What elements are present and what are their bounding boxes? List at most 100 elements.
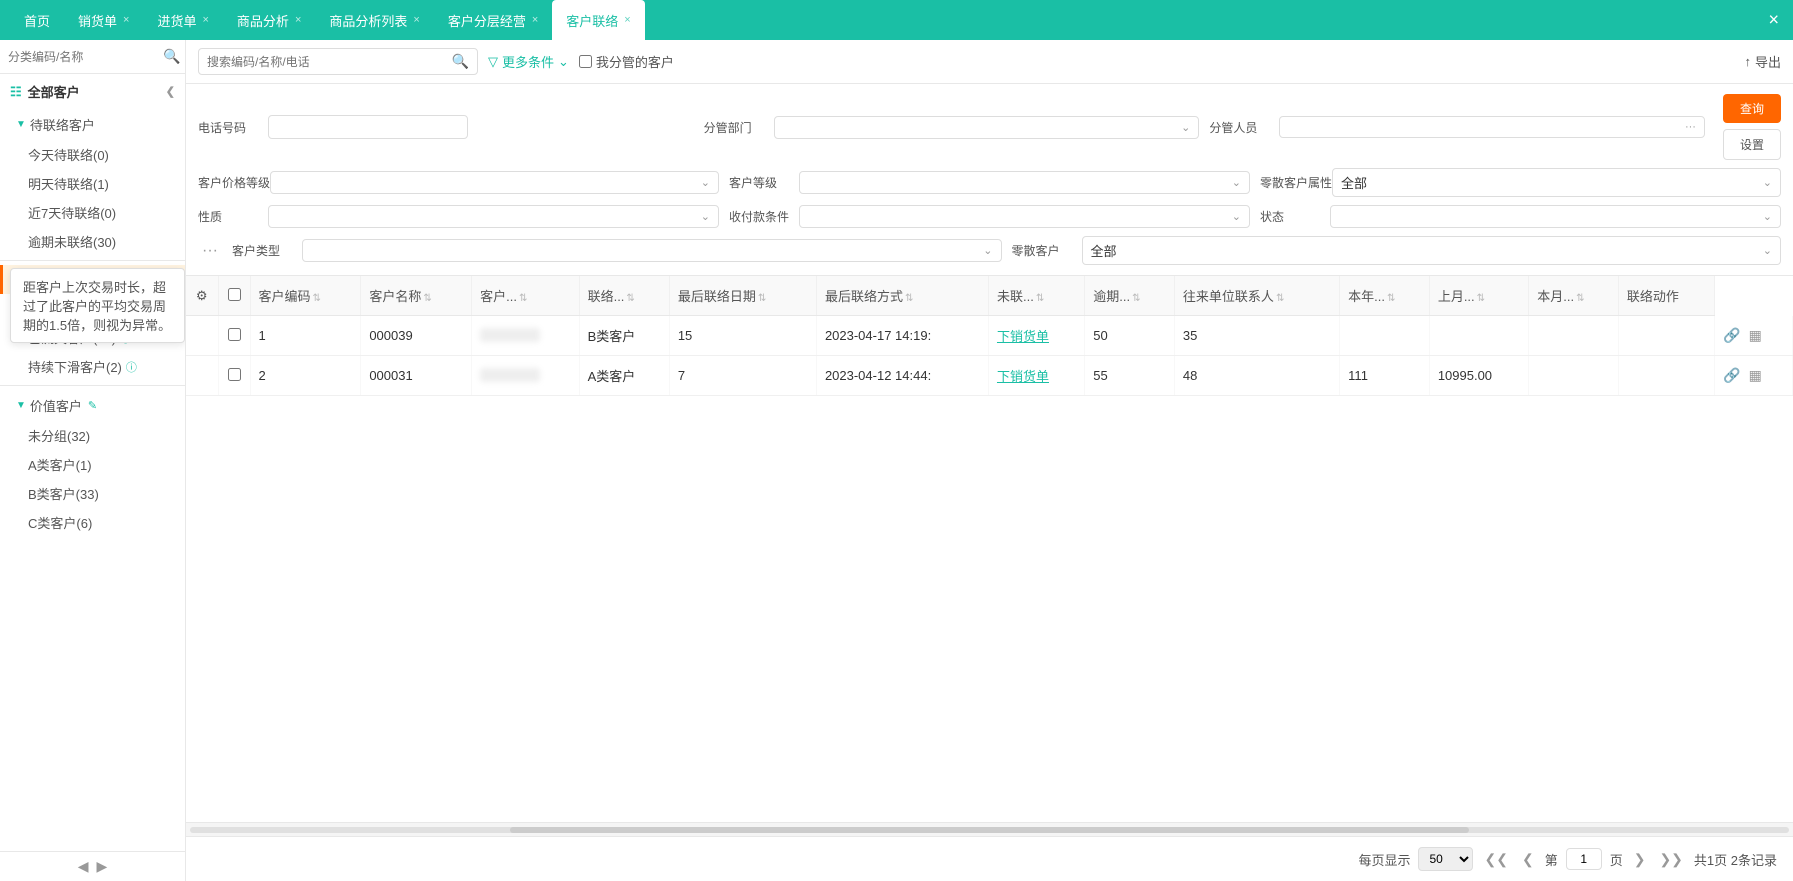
sort-icon-overdue[interactable]: ⇅ bbox=[1132, 293, 1140, 304]
nav-purchase-order-close[interactable]: × bbox=[202, 14, 208, 26]
dept-select[interactable]: ⌄ bbox=[774, 116, 1200, 139]
col-related-person: 往来单位联系人⇅ bbox=[1174, 276, 1339, 316]
total-records: 共1页 2条记录 bbox=[1694, 850, 1777, 869]
gender-select[interactable]: ⌄ bbox=[268, 205, 719, 228]
sidebar-item-declining[interactable]: 持续下滑客户(2) ⓘ bbox=[0, 352, 185, 381]
sidebar-item-unclassified[interactable]: 未分组(32) bbox=[0, 421, 185, 450]
row1-method: 下销货单 bbox=[988, 316, 1084, 356]
nav-product-analysis[interactable]: 商品分析 × bbox=[223, 0, 315, 40]
payment-field: 收付款条件 ⌄ bbox=[729, 205, 1250, 228]
row2-method: 下销货单 bbox=[988, 356, 1084, 396]
main-search-icon[interactable]: 🔍 bbox=[452, 53, 469, 70]
nav-customer-tier-close[interactable]: × bbox=[532, 14, 538, 26]
nav-customer-tier[interactable]: 客户分层经营 × bbox=[434, 0, 552, 40]
per-page-select[interactable]: 50 100 200 bbox=[1418, 847, 1473, 871]
row1-type: B类客户 bbox=[579, 316, 669, 356]
col-settings[interactable]: ⚙ bbox=[186, 276, 218, 316]
customer-level-select[interactable]: ⌄ bbox=[799, 171, 1250, 194]
col-this-year: 本年...⇅ bbox=[1340, 276, 1430, 316]
sidebar-search-icon[interactable]: 🔍 bbox=[163, 48, 180, 65]
sidebar-item-overdue-contact[interactable]: 逾期未联络(30) bbox=[0, 227, 185, 256]
grid-icon: ☷ bbox=[10, 84, 22, 100]
status-field: 状态 ⌄ bbox=[1260, 205, 1781, 228]
row1-cb[interactable] bbox=[228, 328, 241, 341]
value-customer-edit-icon[interactable]: ✎ bbox=[88, 399, 97, 412]
sort-icon-method[interactable]: ⇅ bbox=[905, 293, 913, 304]
sort-icon-code[interactable]: ⇅ bbox=[313, 293, 321, 304]
sort-icon-lastmonth[interactable]: ⇅ bbox=[1477, 293, 1485, 304]
dept-label: 分管部门 bbox=[704, 119, 774, 136]
nav-purchase-order[interactable]: 进货单 × bbox=[143, 0, 222, 40]
sidebar-item-tomorrow-contact[interactable]: 明天待联络(1) bbox=[0, 169, 185, 198]
nav-customer-contact[interactable]: 客户联络 × bbox=[552, 0, 644, 40]
manager-chev-icon: ··· bbox=[1685, 121, 1696, 133]
sidebar: 🔍 ☷ 全部客户 ❮ ▼ 待联络客户 今天待联络(0) 明天待联络(1) 近7天… bbox=[0, 40, 186, 881]
sidebar-item-a-class[interactable]: A类客户(1) bbox=[0, 450, 185, 479]
my-customers-checkbox[interactable] bbox=[579, 55, 592, 68]
page-suffix: 页 bbox=[1610, 850, 1623, 869]
row2-cb[interactable] bbox=[228, 368, 241, 381]
sort-icon-type[interactable]: ⇅ bbox=[519, 293, 527, 304]
manager-select[interactable]: ··· bbox=[1279, 116, 1705, 138]
price-level-select[interactable]: ⌄ bbox=[270, 171, 719, 194]
retail-customer-select[interactable]: 全部 ⌄ bbox=[1082, 236, 1782, 265]
col-this-month: 本月...⇅ bbox=[1529, 276, 1619, 316]
row1-link-icon[interactable]: 🔗 bbox=[1723, 327, 1740, 344]
window-close-button[interactable]: × bbox=[1768, 10, 1779, 31]
all-customers-header[interactable]: ☷ 全部客户 ❮ bbox=[0, 74, 185, 109]
more-conditions-button[interactable]: ▽ 更多条件 ⌄ bbox=[488, 52, 569, 71]
nav-sales-order[interactable]: 销货单 × bbox=[64, 0, 143, 40]
query-button[interactable]: 查询 bbox=[1723, 94, 1781, 123]
col-customer-type: 客户...⇅ bbox=[472, 276, 579, 316]
sidebar-bottom-nav: ◀ ▶ bbox=[0, 851, 185, 881]
phone-input[interactable] bbox=[268, 115, 468, 139]
page-nav-prev[interactable]: ❮ bbox=[1519, 851, 1537, 868]
nav-product-analysis-list[interactable]: 商品分析列表 × bbox=[315, 0, 433, 40]
my-customers-toggle[interactable]: 我分管的客户 bbox=[579, 52, 674, 71]
tooltip-box: 距客户上次交易时长，超过了此客户的平均交易周期的1.5倍，则视为异常。 bbox=[10, 268, 185, 343]
sort-icon-date[interactable]: ⇅ bbox=[758, 293, 766, 304]
select-all-checkbox[interactable] bbox=[228, 288, 241, 301]
sort-icon-year[interactable]: ⇅ bbox=[1387, 293, 1395, 304]
sort-icon-thismonth[interactable]: ⇅ bbox=[1576, 293, 1584, 304]
filter-dots[interactable]: ··· bbox=[198, 242, 222, 260]
nav-product-analysis-close[interactable]: × bbox=[295, 14, 301, 26]
sort-icon-unlisted[interactable]: ⇅ bbox=[1036, 293, 1044, 304]
page-number-input[interactable] bbox=[1566, 848, 1602, 870]
value-customer-group-header[interactable]: ▼ 价值客户 ✎ bbox=[0, 390, 185, 421]
retail-attr-select[interactable]: 全部 ⌄ bbox=[1332, 168, 1781, 197]
page-nav-last[interactable]: ❯❯ bbox=[1656, 851, 1685, 868]
sidebar-item-7days-contact[interactable]: 近7天待联络(0) bbox=[0, 198, 185, 227]
export-button[interactable]: ↑ 导出 bbox=[1744, 52, 1781, 71]
settings-button[interactable]: 设置 bbox=[1723, 129, 1781, 160]
col-unlisted: 未联...⇅ bbox=[988, 276, 1084, 316]
main-search-input[interactable] bbox=[207, 55, 452, 69]
customer-type-field: 客户类型 ⌄ bbox=[232, 239, 1002, 262]
page-nav-first[interactable]: ❮❮ bbox=[1481, 851, 1510, 868]
sort-icon-count[interactable]: ⇅ bbox=[626, 293, 634, 304]
sidebar-item-c-class[interactable]: C类客户(6) bbox=[0, 508, 185, 537]
row2-settings bbox=[186, 356, 218, 396]
sidebar-search-input[interactable] bbox=[8, 50, 163, 64]
nav-sales-order-close[interactable]: × bbox=[123, 14, 129, 26]
customer-type-select[interactable]: ⌄ bbox=[302, 239, 1002, 262]
row1-qr-icon[interactable]: ▦ bbox=[1749, 327, 1762, 344]
nav-product-analysis-list-close[interactable]: × bbox=[413, 14, 419, 26]
nav-home[interactable]: 首页 bbox=[10, 0, 64, 40]
sidebar-item-today-contact[interactable]: 今天待联络(0) bbox=[0, 140, 185, 169]
sidebar-nav-right[interactable]: ▶ bbox=[97, 858, 108, 875]
nav-customer-contact-close[interactable]: × bbox=[624, 14, 630, 26]
per-page-label: 每页显示 bbox=[1358, 850, 1410, 869]
sort-icon-related[interactable]: ⇅ bbox=[1276, 293, 1284, 304]
payment-select[interactable]: ⌄ bbox=[799, 205, 1250, 228]
pending-contact-group-header[interactable]: ▼ 待联络客户 bbox=[0, 109, 185, 140]
status-label: 状态 bbox=[1260, 208, 1330, 225]
page-nav-next[interactable]: ❯ bbox=[1631, 851, 1649, 868]
sort-icon-name[interactable]: ⇅ bbox=[423, 293, 431, 304]
horizontal-scrollbar[interactable] bbox=[186, 822, 1793, 836]
sidebar-nav-left[interactable]: ◀ bbox=[78, 858, 89, 875]
sidebar-item-b-class[interactable]: B类客户(33) bbox=[0, 479, 185, 508]
row2-link-icon[interactable]: 🔗 bbox=[1723, 367, 1740, 384]
row2-qr-icon[interactable]: ▦ bbox=[1749, 367, 1762, 384]
status-select[interactable]: ⌄ bbox=[1330, 205, 1781, 228]
